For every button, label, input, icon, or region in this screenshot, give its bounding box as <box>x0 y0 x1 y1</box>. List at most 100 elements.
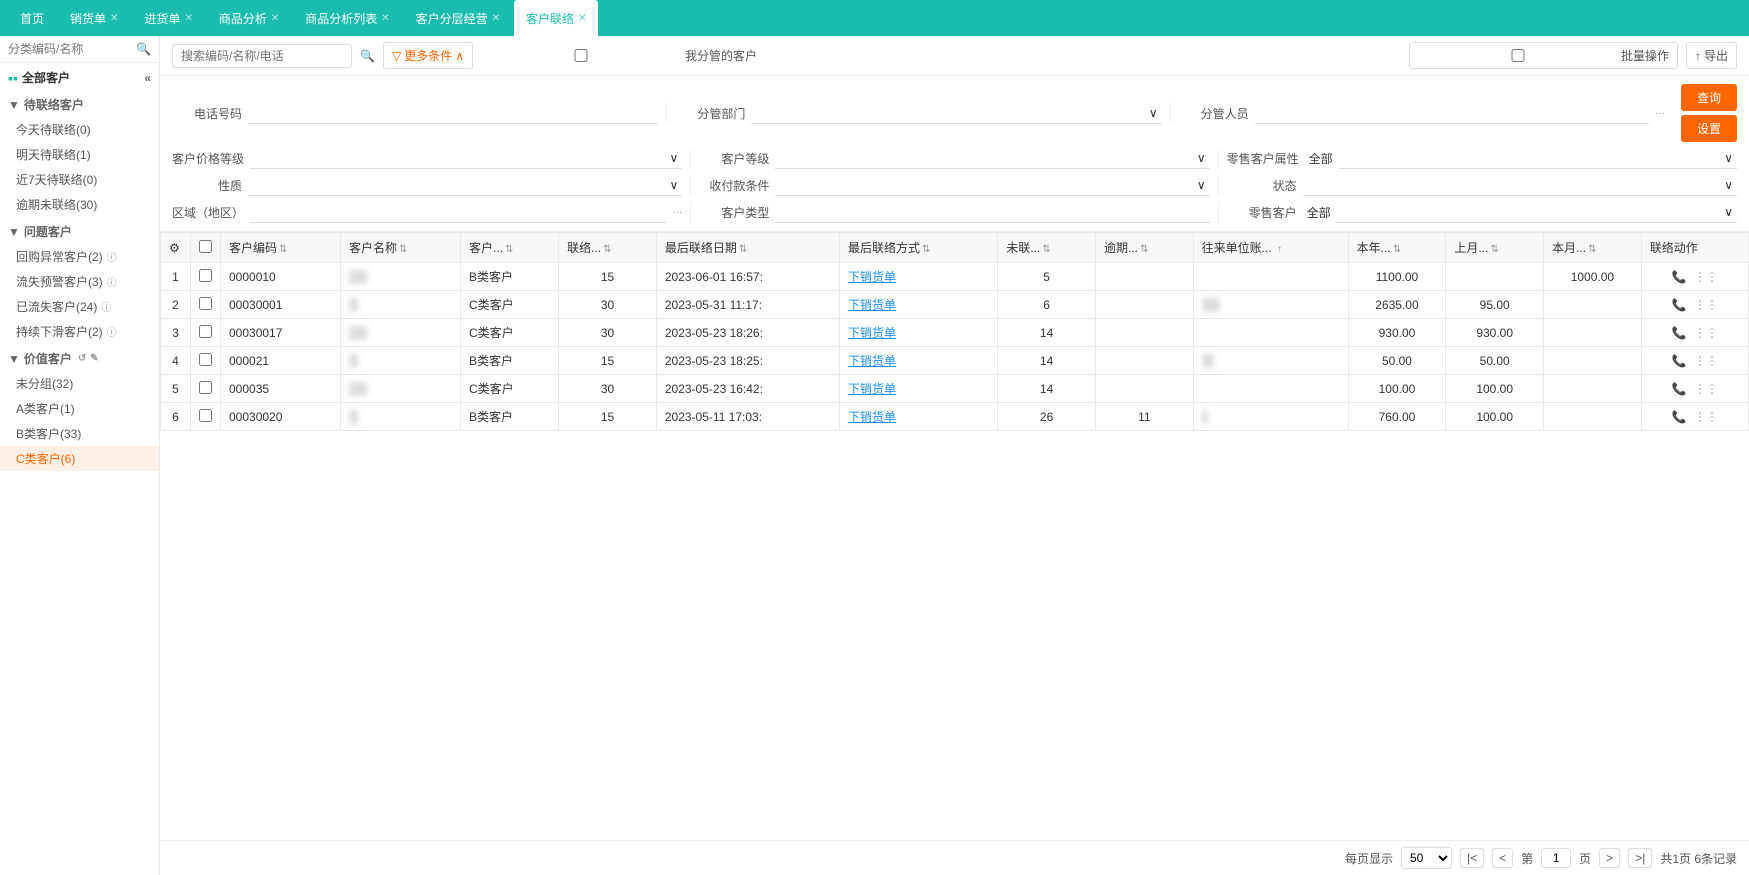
sidebar-all-customers[interactable]: ▪▪ 全部客户 « <box>0 63 159 92</box>
col-contact-days[interactable]: 联络...⇅ <box>559 233 657 263</box>
contact-icon[interactable]: 📞 <box>1672 410 1687 424</box>
col-last-date[interactable]: 最后联络日期⇅ <box>656 233 839 263</box>
export-btn[interactable]: ↑ 导出 <box>1686 42 1737 69</box>
sidebar-item-7days[interactable]: 近7天待联络(0) <box>0 167 159 192</box>
select-all-checkbox[interactable] <box>199 240 212 253</box>
close-icon[interactable]: ✕ <box>578 13 586 24</box>
contact-icon[interactable]: 📞 <box>1672 270 1687 284</box>
sidebar-item-class-a[interactable]: A类客户(1) <box>0 396 159 421</box>
page-number-input[interactable] <box>1541 848 1571 868</box>
col-last-method[interactable]: 最后联络方式⇅ <box>840 233 998 263</box>
nav-sales[interactable]: 销货单 ✕ <box>58 0 130 36</box>
more-icon[interactable]: ⋮⋮ <box>1694 326 1718 340</box>
sidebar-item-churned[interactable]: 已流失客户(24) ⓘ <box>0 294 159 319</box>
payment-select[interactable]: ∨ <box>775 175 1209 196</box>
nature-select[interactable]: ∨ <box>248 175 682 196</box>
row-checkbox[interactable] <box>191 291 221 319</box>
area-input[interactable] <box>250 202 666 223</box>
phone-input[interactable] <box>248 103 658 124</box>
nav-product-analysis[interactable]: 商品分析 ✕ <box>207 0 291 36</box>
nav-customer-tier[interactable]: 客户分层经营 ✕ <box>404 0 512 36</box>
sidebar-item-declining[interactable]: 持续下滑客户(2) ⓘ <box>0 319 159 344</box>
col-overdue[interactable]: 逾期...⇅ <box>1095 233 1193 263</box>
nav-home[interactable]: 首页 <box>8 0 56 36</box>
status-select[interactable]: ∨ <box>1303 175 1737 196</box>
search-input[interactable] <box>172 44 352 68</box>
row-checkbox[interactable] <box>191 319 221 347</box>
sidebar-item-class-c[interactable]: C类客户(6) <box>0 446 159 471</box>
row-last-method[interactable]: 下销货单 <box>840 347 998 375</box>
person-input[interactable] <box>1255 103 1649 124</box>
col-last-month[interactable]: 上月...⇅ <box>1446 233 1544 263</box>
first-page-btn[interactable]: |< <box>1460 848 1484 868</box>
more-icon[interactable]: ⋮⋮ <box>1694 354 1718 368</box>
per-page-select[interactable]: 50 100 <box>1401 847 1452 869</box>
retail-customer-select[interactable]: ∨ <box>1337 202 1737 223</box>
close-icon[interactable]: ✕ <box>110 13 118 24</box>
sidebar-group-pending-title[interactable]: ▼ 待联络客户 <box>0 92 159 117</box>
row-last-method[interactable]: 下销货单 <box>840 263 998 291</box>
row-checkbox[interactable] <box>191 403 221 431</box>
col-type[interactable]: 客户...⇅ <box>461 233 559 263</box>
row-checkbox[interactable] <box>191 375 221 403</box>
prev-page-btn[interactable]: < <box>1492 848 1513 868</box>
col-account[interactable]: 往来单位账... ↑ <box>1193 233 1348 263</box>
more-icon[interactable]: ⋮⋮ <box>1694 298 1718 312</box>
col-this-month[interactable]: 本月...⇅ <box>1544 233 1642 263</box>
col-code[interactable]: 客户编码⇅ <box>221 233 341 263</box>
close-icon[interactable]: ✕ <box>184 13 192 24</box>
batch-op-btn[interactable]: 批量操作 <box>1409 42 1678 69</box>
row-last-method[interactable]: 下销货单 <box>840 375 998 403</box>
data-table: ⚙ 客户编码⇅ 客户名称⇅ 客户...⇅ 联络...⇅ 最后联络日期⇅ 最后联络… <box>160 232 1749 431</box>
more-icon[interactable]: ⋮⋮ <box>1694 382 1718 396</box>
col-unlinked[interactable]: 未联...⇅ <box>998 233 1096 263</box>
col-settings[interactable]: ⚙ <box>161 233 191 263</box>
sidebar-item-tomorrow[interactable]: 明天待联络(1) <box>0 142 159 167</box>
sidebar-item-overdue[interactable]: 逾期未联络(30) <box>0 192 159 217</box>
cust-type-input[interactable] <box>775 202 1209 223</box>
search-btn[interactable]: 🔍 <box>360 49 375 63</box>
batch-checkbox[interactable] <box>1418 49 1618 62</box>
my-customers-check[interactable]: 我分管的客户 <box>481 47 757 64</box>
retail-attr-select[interactable]: ∨ <box>1339 148 1737 169</box>
close-icon[interactable]: ✕ <box>381 13 389 24</box>
search-icon[interactable]: 🔍 <box>136 42 151 56</box>
col-year[interactable]: 本年...⇅ <box>1348 233 1446 263</box>
sidebar-search-input[interactable] <box>8 42 132 56</box>
next-page-btn[interactable]: > <box>1599 848 1620 868</box>
query-button[interactable]: 查询 <box>1681 84 1737 111</box>
close-icon[interactable]: ✕ <box>492 13 500 24</box>
sidebar-item-churn-warning[interactable]: 流失预警客户(3) ⓘ <box>0 269 159 294</box>
row-checkbox[interactable] <box>191 263 221 291</box>
row-last-method[interactable]: 下销货单 <box>840 403 998 431</box>
dept-select[interactable]: ∨ <box>751 103 1161 124</box>
collapse-icon[interactable]: « <box>144 71 151 85</box>
settings-button[interactable]: 设置 <box>1681 115 1737 142</box>
last-page-btn[interactable]: >| <box>1628 848 1652 868</box>
cust-level-select[interactable]: ∨ <box>775 148 1209 169</box>
nav-customer-contact[interactable]: 客户联络 ✕ <box>514 0 598 36</box>
more-conditions-btn[interactable]: ▽ 更多条件 ∧ <box>383 42 473 69</box>
col-checkbox[interactable] <box>191 233 221 263</box>
row-last-method[interactable]: 下销货单 <box>840 291 998 319</box>
col-name[interactable]: 客户名称⇅ <box>341 233 461 263</box>
sidebar-item-repurchase-abnormal[interactable]: 回购异常客户(2) ⓘ <box>0 244 159 269</box>
sidebar-group-problem-title[interactable]: ▼ 问题客户 <box>0 219 159 244</box>
nav-purchase[interactable]: 进货单 ✕ <box>132 0 204 36</box>
price-level-select[interactable]: ∨ <box>250 148 682 169</box>
sidebar-item-today[interactable]: 今天待联络(0) <box>0 117 159 142</box>
more-icon[interactable]: ⋮⋮ <box>1694 270 1718 284</box>
close-icon[interactable]: ✕ <box>271 13 279 24</box>
my-customers-checkbox[interactable] <box>481 49 681 62</box>
contact-icon[interactable]: 📞 <box>1672 354 1687 368</box>
sidebar-item-class-b[interactable]: B类客户(33) <box>0 421 159 446</box>
contact-icon[interactable]: 📞 <box>1672 326 1687 340</box>
row-checkbox[interactable] <box>191 347 221 375</box>
sidebar-group-value-title[interactable]: ▼ 价值客户 ↺ ✎ <box>0 346 159 371</box>
contact-icon[interactable]: 📞 <box>1672 382 1687 396</box>
contact-icon[interactable]: 📞 <box>1672 298 1687 312</box>
row-last-method[interactable]: 下销货单 <box>840 319 998 347</box>
sidebar-item-unclassified[interactable]: 未分组(32) <box>0 371 159 396</box>
more-icon[interactable]: ⋮⋮ <box>1694 410 1718 424</box>
nav-product-list[interactable]: 商品分析列表 ✕ <box>293 0 401 36</box>
